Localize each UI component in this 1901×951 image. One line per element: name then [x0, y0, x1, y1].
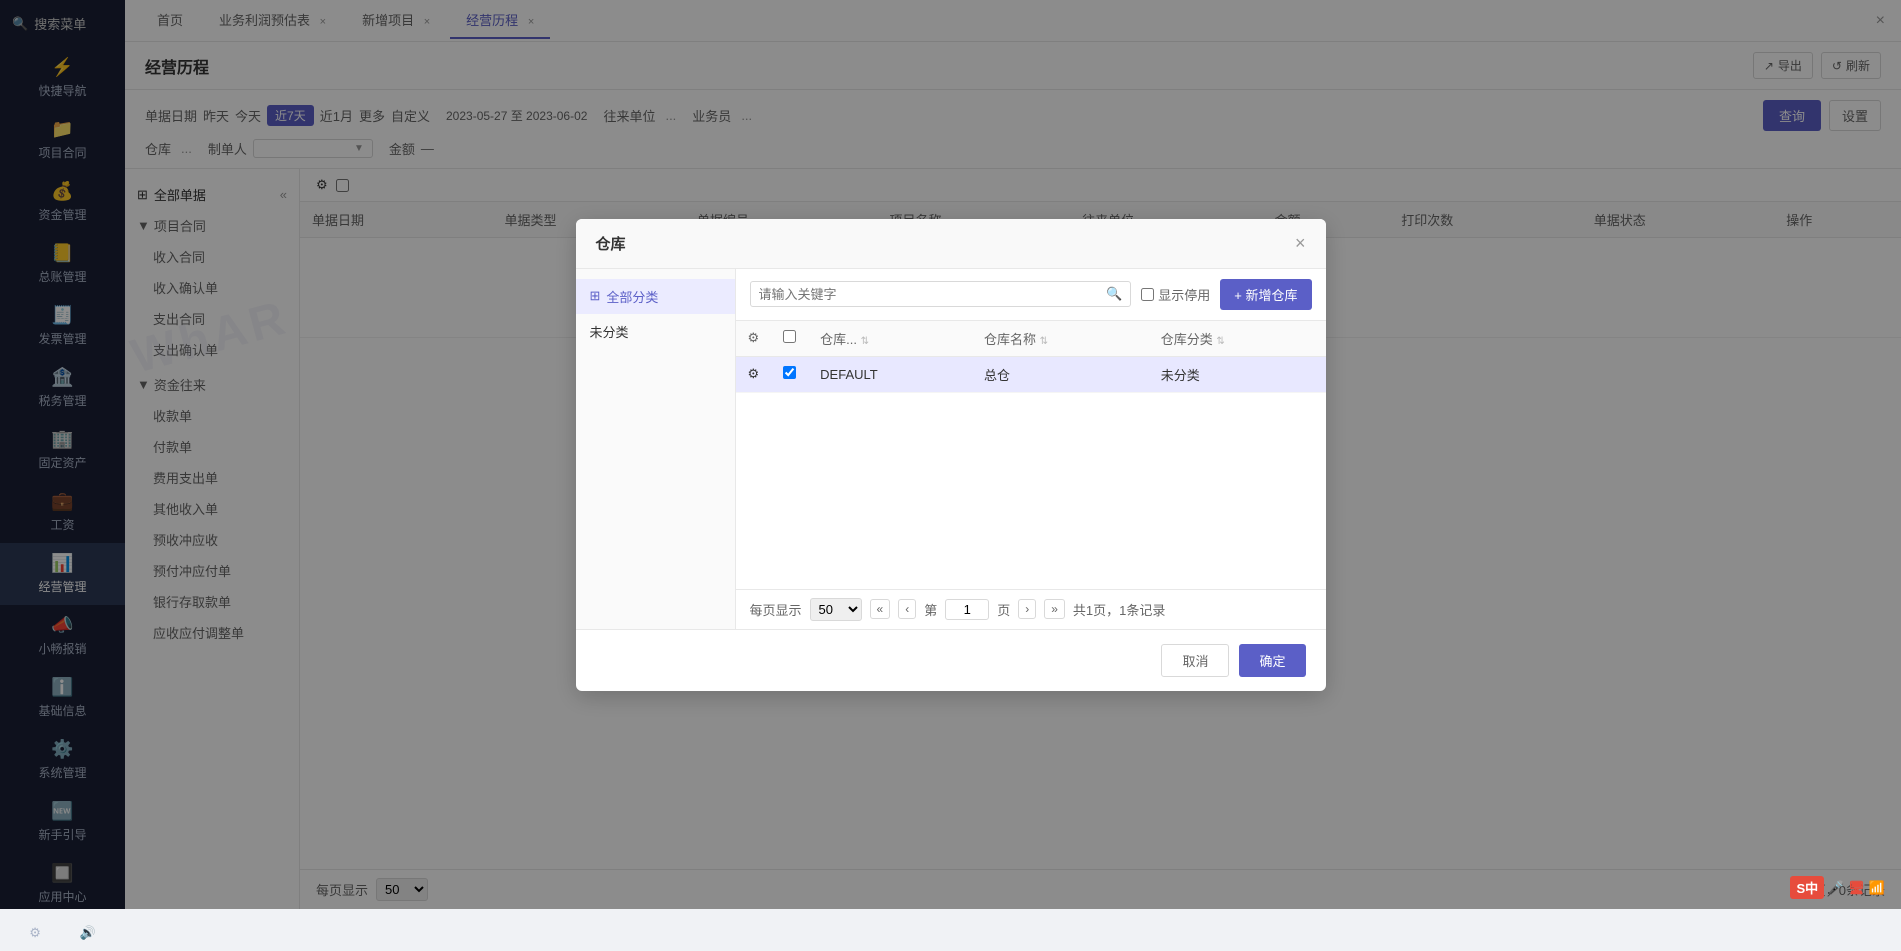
volume-icon[interactable]: 🔊	[80, 925, 96, 941]
modal-close-button[interactable]: ×	[1295, 233, 1306, 254]
col-modal-checkbox	[771, 321, 808, 357]
row-name: 总仓	[972, 356, 1149, 392]
modal-select-all[interactable]	[783, 330, 796, 343]
col-modal-category: 仓库分类 ⇅	[1149, 321, 1326, 357]
modal-title: 仓库	[596, 233, 626, 254]
page-label: 第	[924, 600, 937, 619]
warehouse-modal: 仓库 × ⊞ 全部分类 未分类 🔍	[576, 219, 1326, 691]
sort-icon: ⇅	[861, 336, 869, 347]
row-checkbox[interactable]	[771, 356, 808, 392]
prev-page-button[interactable]: ‹	[898, 599, 916, 619]
modal-footer: 取消 确定	[576, 629, 1326, 691]
monitor-icon: 🖥	[1848, 880, 1865, 896]
first-page-button[interactable]: «	[870, 599, 891, 619]
settings-icon[interactable]: ⚙	[29, 925, 41, 941]
show-disabled-checkbox[interactable]	[1141, 288, 1154, 301]
modal-page-size-select[interactable]: 50 100	[810, 598, 862, 621]
page-number-input[interactable]	[945, 599, 989, 620]
row-code: DEFAULT	[808, 356, 972, 392]
next-page-button[interactable]: ›	[1018, 599, 1036, 619]
row-category: 未分类	[1149, 356, 1326, 392]
modal-table-container: ⚙ 仓库... ⇅ 仓库名称 ⇅	[736, 321, 1326, 589]
col-modal-code: 仓库... ⇅	[808, 321, 972, 357]
search-icon: 🔍	[1106, 286, 1122, 302]
modal-header: 仓库 ×	[576, 219, 1326, 269]
cancel-button[interactable]: 取消	[1161, 644, 1229, 677]
sidebar-bottom: ⚙ 🔊	[0, 915, 125, 951]
last-page-button[interactable]: »	[1044, 599, 1065, 619]
modal-uncategorized[interactable]: 未分类	[576, 314, 735, 349]
modal-data-table: ⚙ 仓库... ⇅ 仓库名称 ⇅	[736, 321, 1326, 393]
page-suffix: 页	[997, 600, 1010, 619]
show-disabled-label: 显示停用	[1141, 285, 1210, 304]
confirm-button[interactable]: 确定	[1239, 644, 1305, 677]
modal-overlay[interactable]: 仓库 × ⊞ 全部分类 未分类 🔍	[0, 0, 1901, 909]
col-modal-name: 仓库名称 ⇅	[972, 321, 1149, 357]
modal-page-size-label: 每页显示	[750, 600, 802, 619]
col-modal-settings: ⚙	[736, 321, 772, 357]
modal-total: 共1页，1条记录	[1073, 600, 1165, 619]
app-logo: S中 🎤 🖥 📶	[1790, 876, 1885, 899]
modal-search-box: 🔍	[750, 281, 1132, 307]
modal-toolbar: 🔍 显示停用 + 新增仓库	[736, 269, 1326, 321]
modal-search-input[interactable]	[759, 287, 1101, 302]
add-warehouse-button[interactable]: + 新增仓库	[1220, 279, 1311, 310]
logo-text: S中	[1790, 876, 1824, 899]
modal-right-panel: 🔍 显示停用 + 新增仓库 ⚙	[736, 269, 1326, 629]
sort-icon-2: ⇅	[1040, 336, 1048, 347]
modal-left-panel: ⊞ 全部分类 未分类	[576, 269, 736, 629]
grid-icon-modal: ⊞	[590, 288, 601, 304]
sort-icon-3: ⇅	[1216, 336, 1224, 347]
modal-body: ⊞ 全部分类 未分类 🔍 显示停用	[576, 269, 1326, 629]
mic-icon: 🎤	[1828, 880, 1844, 896]
wifi-icon: 📶	[1869, 880, 1885, 896]
modal-table-footer: 每页显示 50 100 « ‹ 第 页 › » 共1页，1条记录	[736, 589, 1326, 629]
row-settings[interactable]: ⚙	[736, 356, 772, 392]
modal-all-category[interactable]: ⊞ 全部分类	[576, 279, 735, 314]
table-row[interactable]: ⚙ DEFAULT 总仓 未分类	[736, 356, 1326, 392]
